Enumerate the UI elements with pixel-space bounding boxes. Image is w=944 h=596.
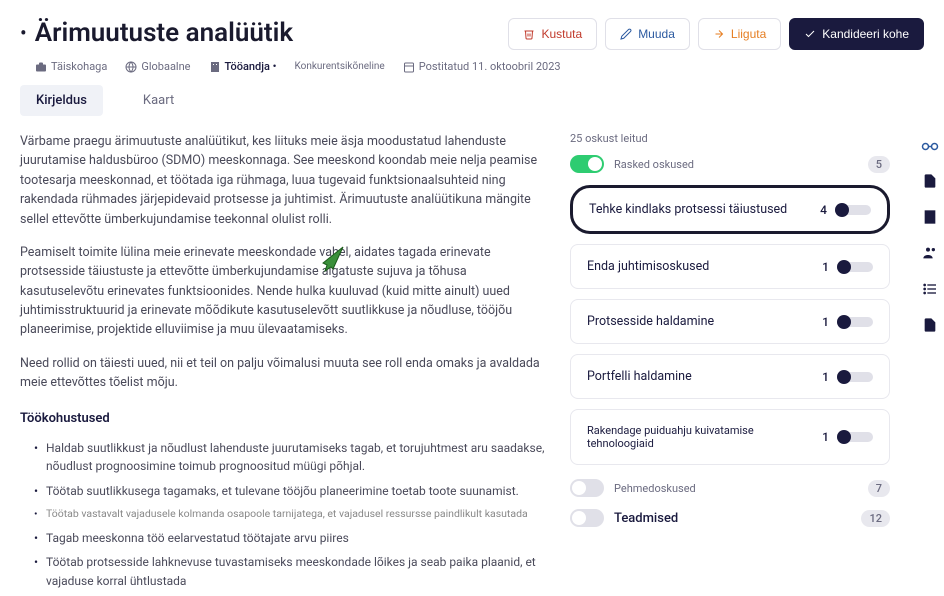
- skill-slider[interactable]: [837, 372, 873, 382]
- soft-skills-toggle[interactable]: [570, 479, 604, 497]
- skill-count: 1: [822, 260, 829, 274]
- skill-card[interactable]: Rakendage puiduahju kuivatamise tehnoloo…: [570, 409, 890, 465]
- duty-item: Töötab protsesside lahknevuse tuvastamis…: [34, 553, 550, 590]
- skill-name: Enda juhtimisoskused: [587, 259, 709, 274]
- meta-employer[interactable]: Tööandja •: [209, 60, 277, 73]
- hard-skills-count: 5: [868, 156, 890, 173]
- skill-slider[interactable]: [837, 262, 873, 272]
- skill-card[interactable]: Enda juhtimisoskused 1: [570, 244, 890, 289]
- delete-button[interactable]: Kustuta: [508, 18, 597, 50]
- soft-skills-count: 7: [868, 480, 890, 497]
- delete-label: Kustuta: [541, 27, 582, 41]
- meta-confidential: Konkurentsikõneline: [294, 61, 384, 72]
- briefcase-icon: [35, 61, 47, 73]
- glasses-icon[interactable]: [921, 136, 939, 154]
- intro-paragraph-2: Peamiselt toimite lülina meie erinevate …: [20, 243, 550, 340]
- edit-label: Muuda: [638, 27, 675, 41]
- knowledge-label: Teadmised: [614, 511, 851, 526]
- knowledge-count: 12: [861, 510, 890, 527]
- skill-name: Tehke kindlaks protsessi täiustused: [589, 202, 787, 217]
- edit-button[interactable]: Muuda: [605, 18, 690, 50]
- building-icon[interactable]: [921, 208, 939, 226]
- meta-employment: Täiskohaga: [35, 60, 107, 73]
- description-body: Värbame praegu ärimuutuste analüütikut, …: [20, 132, 550, 596]
- skill-count: 4: [820, 203, 827, 217]
- meta-row: Täiskohaga Globaalne Tööandja • Konkuren…: [0, 60, 944, 85]
- duty-item: Tagab meeskonna töö eelarvestatud töötaj…: [34, 529, 550, 548]
- hard-skills-label: Rasked oskused: [614, 158, 858, 171]
- apply-label: Kandideeri kohe: [822, 27, 909, 41]
- action-buttons: Kustuta Muuda Liiguta Kandideeri kohe: [508, 18, 924, 50]
- skill-slider[interactable]: [837, 317, 873, 327]
- move-button[interactable]: Liiguta: [698, 18, 781, 50]
- skill-count: 1: [822, 315, 829, 329]
- tab-map[interactable]: Kaart: [127, 85, 190, 116]
- check-icon: [804, 28, 816, 40]
- meta-location: Globaalne: [125, 60, 190, 73]
- skill-count: 1: [822, 370, 829, 384]
- people-icon[interactable]: [921, 244, 939, 262]
- knowledge-toggle[interactable]: [570, 509, 604, 527]
- skill-name: Rakendage puiduahju kuivatamise tehnoloo…: [587, 424, 822, 450]
- duty-item: Töötab suutlikkusega tagamaks, et tuleva…: [34, 482, 550, 501]
- page-title: Ärimuutuste analüütik: [35, 18, 293, 48]
- duty-sub-item: Töötab vastavalt vajadusele kolmanda osa…: [34, 506, 550, 522]
- skill-count: 1: [822, 430, 829, 444]
- title-bullet: •: [20, 21, 27, 45]
- duty-item: Haldab suutlikkust ja nõudlust lahendust…: [34, 439, 550, 476]
- right-sidebar: [916, 130, 944, 334]
- skill-card[interactable]: Portfelli haldamine 1: [570, 354, 890, 399]
- pencil-icon: [620, 28, 632, 40]
- tabs: Kirjeldus Kaart: [0, 85, 944, 132]
- skill-slider[interactable]: [837, 432, 873, 442]
- skill-name: Protsesside haldamine: [587, 314, 714, 329]
- soft-skills-label: Pehmedoskused: [614, 482, 858, 495]
- apply-button[interactable]: Kandideeri kohe: [789, 18, 924, 50]
- building-icon: [209, 61, 221, 73]
- duties-list: Haldab suutlikkust ja nõudlust lahendust…: [20, 439, 550, 591]
- skills-panel: 25 oskust leitud Rasked oskused 5 Tehke …: [570, 132, 890, 596]
- arrow-right-icon: [713, 28, 725, 40]
- calendar-icon: [403, 61, 415, 73]
- list-icon[interactable]: [921, 280, 939, 298]
- intro-paragraph-3: Need rollid on täiesti uued, nii et teil…: [20, 354, 550, 393]
- trash-icon: [523, 28, 535, 40]
- duties-title: Töökohustused: [20, 409, 550, 429]
- intro-paragraph-1: Värbame praegu ärimuutuste analüütikut, …: [20, 132, 550, 229]
- move-label: Liiguta: [731, 27, 766, 41]
- meta-posted: Postitatud 11. oktoobril 2023: [403, 60, 561, 73]
- file-icon[interactable]: [921, 316, 939, 334]
- skill-card[interactable]: Protsesside haldamine 1: [570, 299, 890, 344]
- globe-icon: [125, 61, 137, 73]
- skill-card[interactable]: Tehke kindlaks protsessi täiustused 4: [570, 185, 890, 234]
- skills-found-label: 25 oskust leitud: [570, 132, 648, 145]
- skill-slider[interactable]: [835, 205, 871, 215]
- tab-description[interactable]: Kirjeldus: [20, 85, 103, 116]
- hard-skills-toggle[interactable]: [570, 155, 604, 173]
- document-icon[interactable]: [921, 172, 939, 190]
- skill-name: Portfelli haldamine: [587, 369, 692, 384]
